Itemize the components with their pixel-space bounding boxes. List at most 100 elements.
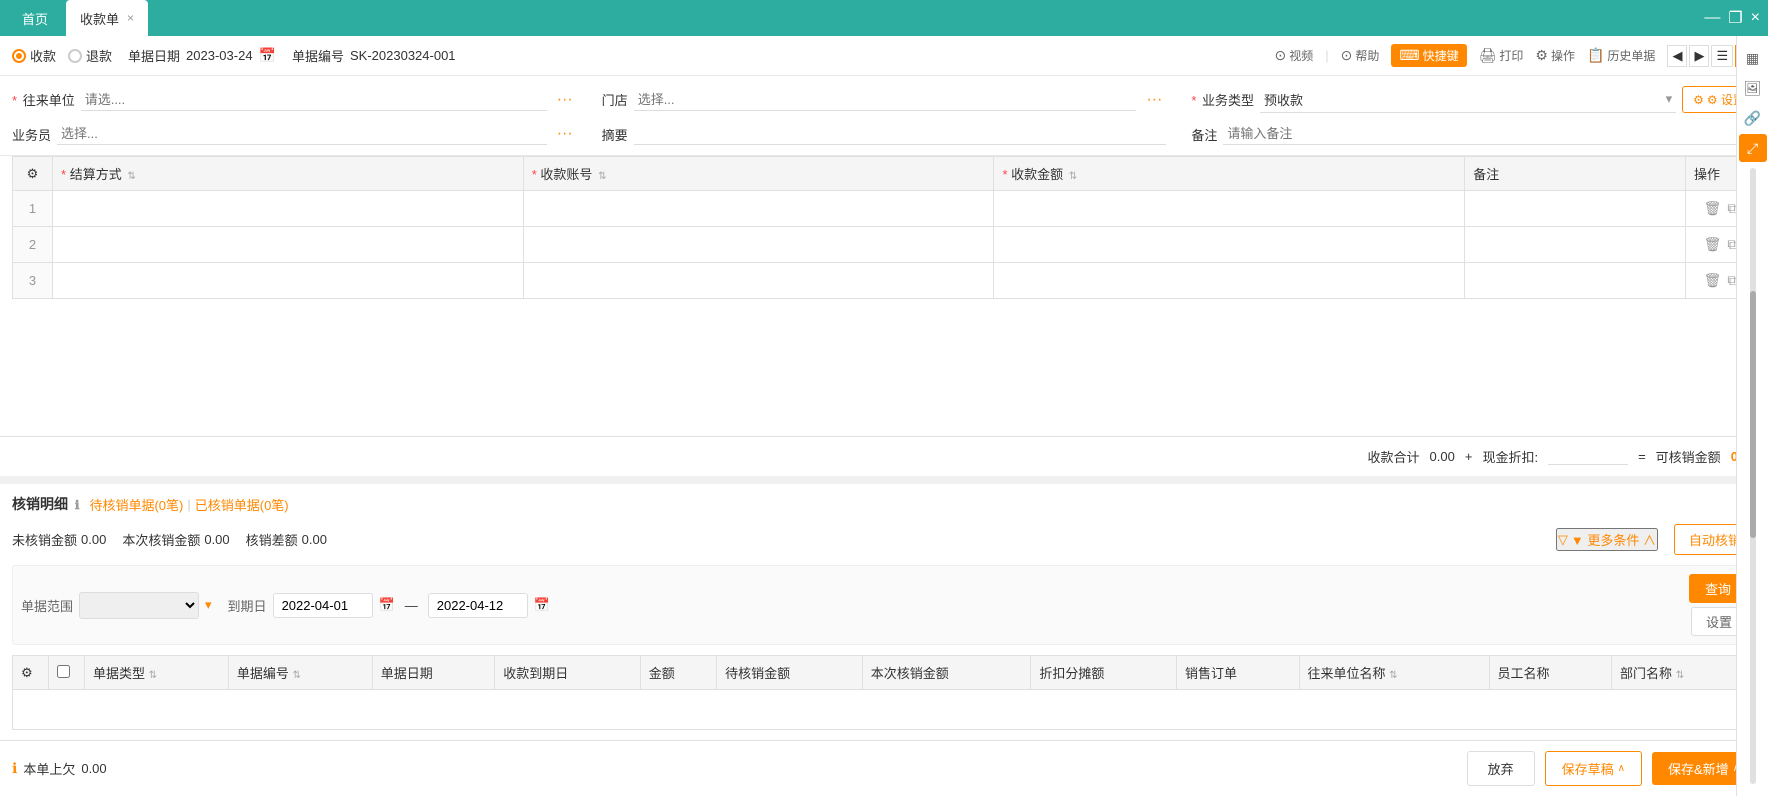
row2-note[interactable] (1465, 227, 1686, 263)
row3-amount[interactable] (994, 263, 1465, 299)
link-icon: 🔗 (1744, 110, 1761, 127)
video-link[interactable]: ⊙ 视频 (1274, 47, 1313, 64)
radio-dot-tuikuan (68, 49, 82, 63)
print-link[interactable]: 🖨 打印 (1479, 47, 1524, 64)
row1-note[interactable] (1465, 191, 1686, 227)
salesman-label: 业务员 (12, 125, 51, 144)
row1-settle[interactable] (53, 191, 524, 227)
tab-close-icon[interactable]: × (127, 11, 134, 25)
row2-delete-icon[interactable]: 🗑 (1704, 236, 1722, 253)
unverified-value: 0.00 (81, 532, 106, 547)
bottom-bar: ℹ 本单上欠 0.00 放弃 保存草稿 ∧ 保存&新增 ∧ (0, 740, 1768, 796)
row2-amount[interactable] (994, 227, 1465, 263)
biz-type-select[interactable]: 预收款 ▾ (1260, 87, 1676, 113)
row3-delete-icon[interactable]: 🗑 (1704, 272, 1722, 289)
row1-delete-icon[interactable]: 🗑 (1704, 200, 1722, 217)
note-input[interactable] (1223, 123, 1756, 145)
pending-tab[interactable]: 待核销单据(0笔) (89, 495, 183, 514)
history-link[interactable]: 📋 历史单据 (1587, 47, 1655, 64)
prev-btn[interactable]: ◀ (1667, 45, 1687, 67)
reconcile-title: 核销明细 ℹ (12, 494, 79, 514)
sub-col-due-date: 收款到期日 (495, 656, 641, 690)
reconcile-stats: 未核销金额 0.00 本次核销金额 0.00 核销差额 0.00 ▽ ▼ 更多条… (12, 524, 1756, 555)
row1-amount[interactable] (994, 191, 1465, 227)
summary-row: 收款合计 0.00 + 现金折扣: = 可核销金额 0.00 (0, 436, 1768, 476)
shortcut-label: 快捷键 (1423, 47, 1459, 64)
operate-link[interactable]: ⚙ 操作 (1535, 47, 1575, 64)
sidebar-link-btn[interactable]: 🔗 (1739, 104, 1767, 132)
from-unit-label: * 往来单位 (12, 90, 75, 109)
done-tab[interactable]: 已核销单据(0笔) (195, 495, 289, 514)
shop-input[interactable] (634, 89, 1137, 111)
save-draft-btn[interactable]: 保存草稿 ∧ (1545, 751, 1642, 786)
sidebar-image-btn[interactable]: 🖼 (1739, 74, 1767, 102)
from-unit-input[interactable] (81, 89, 547, 111)
scrollbar[interactable] (1750, 168, 1756, 784)
row3-account[interactable] (523, 263, 994, 299)
restore-icon[interactable]: ❐ (1728, 8, 1742, 28)
sidebar-table-btn[interactable]: ▦ (1739, 44, 1767, 72)
range-label: 单据范围 (21, 596, 73, 615)
date-to-icon[interactable]: 📅 (534, 597, 550, 613)
sub-table: ⚙ 单据类型 ⇅ 单据编号 ⇅ 单据日期 (12, 655, 1756, 730)
sub-col-unit-name: 往来单位名称 ⇅ (1299, 656, 1489, 690)
radio-tuikuan[interactable]: 退款 (68, 46, 112, 65)
date-to-input[interactable] (428, 593, 528, 618)
row-num-3: 3 (13, 263, 53, 299)
next-btn[interactable]: ▶ (1689, 45, 1709, 67)
biz-type-label: * 业务类型 (1191, 90, 1254, 109)
history-icon: 📋 (1587, 47, 1604, 64)
row2-account[interactable] (523, 227, 994, 263)
sub-col-pending: 待核销金额 (717, 656, 863, 690)
biz-type-arrow: ▾ (1666, 91, 1673, 107)
row1-account[interactable] (523, 191, 994, 227)
row3-note[interactable] (1465, 263, 1686, 299)
from-unit-field: * 往来单位 ··· (12, 89, 577, 111)
range-chevron: ▾ (205, 597, 212, 613)
tab-home[interactable]: 首页 (8, 0, 62, 36)
shop-more-btn[interactable]: ··· (1142, 91, 1166, 109)
help-link[interactable]: ⊙ 帮助 (1341, 47, 1380, 64)
select-all-checkbox[interactable] (57, 665, 70, 678)
date-from-input[interactable] (273, 593, 373, 618)
date-icon[interactable]: 📅 (259, 47, 276, 64)
filter-row: 单据范围 ▾ 到期日 📅 — 📅 查询 设置 (12, 565, 1756, 645)
col-settle: * 结算方式 ⇅ (53, 157, 524, 191)
sub-col-discount: 折扣分摊额 (1031, 656, 1177, 690)
sub-col-dept: 部门名称 ⇅ (1612, 656, 1756, 690)
discount-input[interactable] (1548, 449, 1628, 465)
tab-active[interactable]: 收款单 × (66, 0, 148, 36)
help-label: 帮助 (1355, 47, 1379, 64)
sub-col-sales-order: 销售订单 (1177, 656, 1300, 690)
reconcile-info-icon: ℹ (75, 498, 80, 512)
tab-bar-right: — ❐ × (1704, 8, 1760, 28)
sidebar-expand-btn[interactable]: ⤢ (1739, 134, 1767, 162)
salesman-more-btn[interactable]: ··· (553, 125, 577, 143)
row2-settle[interactable] (53, 227, 524, 263)
table-settings-header[interactable]: ⚙ (13, 157, 53, 191)
list-view-btn[interactable]: ☰ (1711, 45, 1733, 67)
from-unit-more-btn[interactable]: ··· (553, 91, 577, 109)
more-conditions-btn[interactable]: ▽ ▼ 更多条件 ∧ (1556, 528, 1658, 551)
shortcut-link[interactable]: ⌨ 快捷键 (1391, 44, 1466, 67)
sub-col-voucher-no: 单据编号 ⇅ (228, 656, 372, 690)
note-field: 备注 (1191, 123, 1756, 145)
date-from-icon[interactable]: 📅 (379, 597, 395, 613)
empty-row (13, 690, 1756, 730)
summary-input[interactable] (634, 123, 1167, 145)
sub-settings-col[interactable]: ⚙ (13, 656, 49, 690)
sub-col-this-verify: 本次核销金额 (862, 656, 1031, 690)
table-icon: ▦ (1746, 50, 1759, 67)
sub-col-employee: 员工名称 (1489, 656, 1612, 690)
row3-settle[interactable] (53, 263, 524, 299)
radio-shoukuan[interactable]: 收款 (12, 46, 56, 65)
close-window-icon[interactable]: × (1751, 9, 1760, 27)
col-amount: * 收款金额 ⇅ (994, 157, 1465, 191)
diff-value: 0.00 (302, 532, 327, 547)
minimize-icon[interactable]: — (1704, 9, 1720, 27)
range-select[interactable] (79, 592, 199, 619)
salesman-input[interactable] (57, 123, 547, 145)
bottom-info: ℹ 本单上欠 0.00 (12, 759, 107, 778)
abandon-btn[interactable]: 放弃 (1467, 751, 1535, 786)
total-label: 收款合计 (1368, 447, 1420, 466)
